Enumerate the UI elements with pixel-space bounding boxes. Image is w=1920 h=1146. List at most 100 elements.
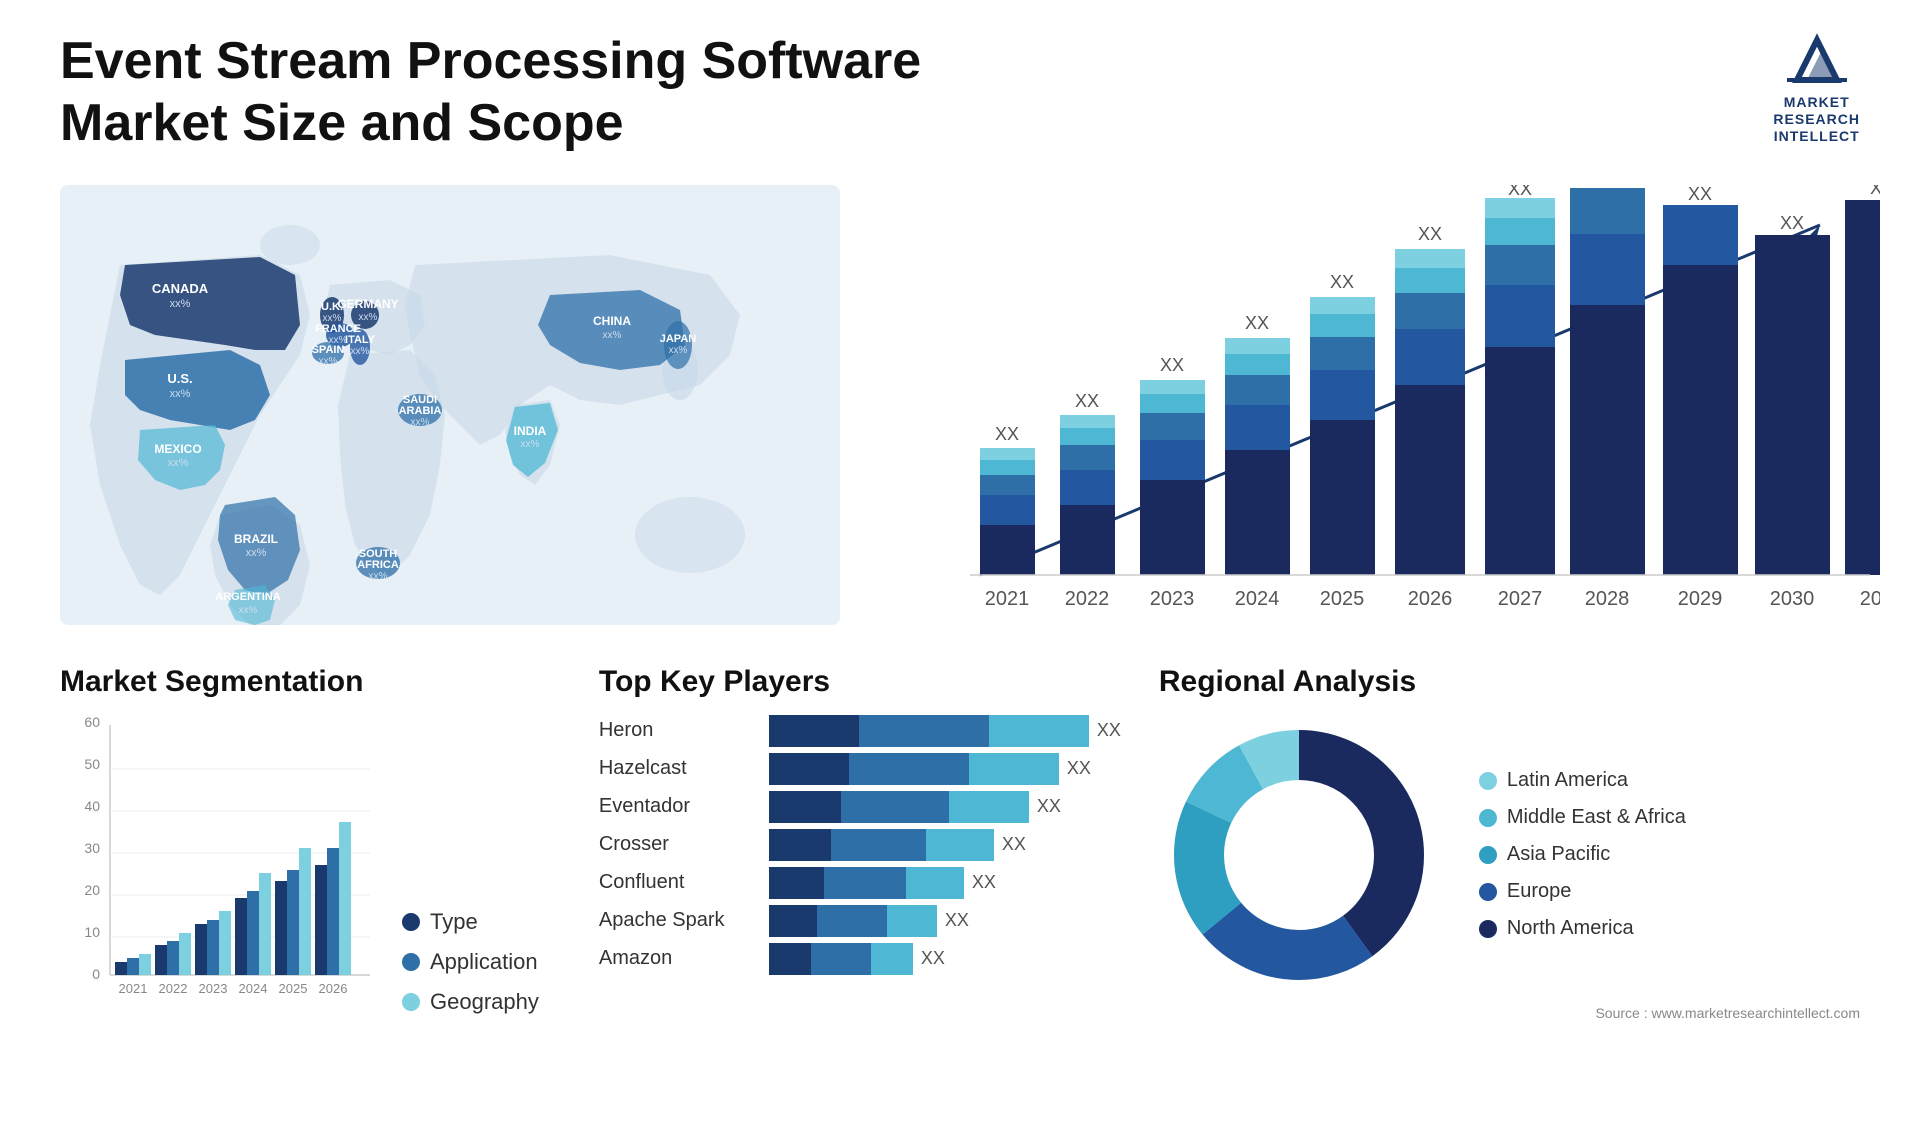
player-bar-amazon: XX xyxy=(769,943,945,975)
svg-text:2023: 2023 xyxy=(199,981,228,996)
svg-text:CHINA: CHINA xyxy=(593,314,631,328)
player-row-hazelcast: Hazelcast XX xyxy=(599,753,1129,785)
svg-text:xx%: xx% xyxy=(603,330,622,341)
reg-middle-east: Middle East & Africa xyxy=(1479,806,1686,829)
svg-text:ARGENTINA: ARGENTINA xyxy=(215,591,280,603)
bar-amazon xyxy=(769,943,913,975)
bar-eventador xyxy=(769,791,1029,823)
page-title: Event Stream Processing Software Market … xyxy=(60,30,960,155)
north-america-dot xyxy=(1479,920,1497,938)
bar-mid xyxy=(859,715,989,747)
svg-text:2028: 2028 xyxy=(1585,588,1630,610)
regional-legend: Latin America Middle East & Africa Asia … xyxy=(1479,769,1686,940)
svg-text:xx%: xx% xyxy=(521,439,540,450)
player-value-spark: XX xyxy=(945,910,969,931)
player-value-amazon: XX xyxy=(921,948,945,969)
segmentation-title: Market Segmentation xyxy=(60,665,539,699)
reg-latin-america: Latin America xyxy=(1479,769,1686,792)
europe-label: Europe xyxy=(1507,880,1572,903)
svg-text:ITALY: ITALY xyxy=(345,334,376,346)
bar-dark xyxy=(769,715,859,747)
player-name-confluent: Confluent xyxy=(599,871,759,894)
player-value-confluent: XX xyxy=(972,872,996,893)
player-bar-spark: XX xyxy=(769,905,969,937)
svg-text:XX: XX xyxy=(1688,185,1712,204)
reg-europe: Europe xyxy=(1479,880,1686,903)
svg-text:XX: XX xyxy=(995,424,1019,444)
asia-pacific-label: Asia Pacific xyxy=(1507,843,1610,866)
geo-label: Geography xyxy=(430,989,539,1015)
svg-text:XX: XX xyxy=(1780,213,1804,233)
middle-east-label: Middle East & Africa xyxy=(1507,806,1686,829)
svg-text:10: 10 xyxy=(84,924,100,940)
player-row-crosser: Crosser XX xyxy=(599,829,1129,861)
player-bar-confluent: XX xyxy=(769,867,996,899)
logo-container: MARKETRESEARCHINTELLECT xyxy=(1773,30,1860,144)
svg-text:xx%: xx% xyxy=(319,356,338,367)
player-name-heron: Heron xyxy=(599,719,759,742)
svg-text:XX: XX xyxy=(1245,313,1269,333)
svg-text:2024: 2024 xyxy=(1235,588,1280,610)
legend-application: Application xyxy=(402,949,539,975)
player-row-heron: Heron XX xyxy=(599,715,1129,747)
player-value-crosser: XX xyxy=(1002,834,1026,855)
svg-text:XX: XX xyxy=(1330,272,1354,292)
geo-dot xyxy=(402,993,420,1011)
player-row-confluent: Confluent XX xyxy=(599,867,1129,899)
svg-text:xx%: xx% xyxy=(411,417,430,428)
svg-text:AFRICA: AFRICA xyxy=(357,559,399,571)
svg-text:XX: XX xyxy=(1160,355,1184,375)
regional-chart: Latin America Middle East & Africa Asia … xyxy=(1159,715,1860,995)
legend-geography: Geography xyxy=(402,989,539,1015)
source-text: Source : www.marketresearchintellect.com xyxy=(1159,1005,1860,1021)
svg-text:xx%: xx% xyxy=(351,346,370,357)
segmentation-container: Market Segmentation 0 10 20 30 40 50 60 xyxy=(60,665,539,1015)
svg-text:XX: XX xyxy=(1870,185,1880,198)
player-value-hazelcast: XX xyxy=(1067,758,1091,779)
svg-text:30: 30 xyxy=(84,840,100,856)
asia-pacific-dot xyxy=(1479,846,1497,864)
player-name-eventador: Eventador xyxy=(599,795,759,818)
app-label: Application xyxy=(430,949,538,975)
bar-light xyxy=(989,715,1089,747)
svg-text:CANADA: CANADA xyxy=(152,281,209,296)
seg-chart-area: 0 10 20 30 40 50 60 xyxy=(60,715,539,1015)
svg-text:0: 0 xyxy=(92,966,100,982)
bar-spark xyxy=(769,905,937,937)
players-container: Top Key Players Heron XX Hazelcast xyxy=(569,665,1129,975)
regional-title: Regional Analysis xyxy=(1159,665,1860,699)
svg-text:2021: 2021 xyxy=(985,588,1030,610)
player-value-heron: XX xyxy=(1097,720,1121,741)
svg-text:2027: 2027 xyxy=(1498,588,1543,610)
top-section: CANADA xx% U.S. xx% MEXICO xx% BRAZIL xx… xyxy=(60,185,1860,625)
svg-text:JAPAN: JAPAN xyxy=(660,333,697,345)
map-container: CANADA xx% U.S. xx% MEXICO xx% BRAZIL xx… xyxy=(60,185,840,625)
player-bar-heron: XX xyxy=(769,715,1121,747)
svg-text:2024: 2024 xyxy=(239,981,268,996)
svg-text:40: 40 xyxy=(84,798,100,814)
reg-asia-pacific: Asia Pacific xyxy=(1479,843,1686,866)
latin-america-dot xyxy=(1479,772,1497,790)
svg-text:XX: XX xyxy=(1595,185,1619,189)
svg-text:xx%: xx% xyxy=(170,388,191,400)
segmentation-chart-svg: 0 10 20 30 40 50 60 xyxy=(60,715,380,1015)
type-label: Type xyxy=(430,909,478,935)
player-row-spark: Apache Spark XX xyxy=(599,905,1129,937)
svg-text:20: 20 xyxy=(84,882,100,898)
svg-text:XX: XX xyxy=(1508,185,1532,199)
logo-icon xyxy=(1787,30,1847,90)
svg-text:50: 50 xyxy=(84,756,100,772)
svg-text:XX: XX xyxy=(1418,224,1442,244)
north-america-label: North America xyxy=(1507,917,1634,940)
latin-america-label: Latin America xyxy=(1507,769,1628,792)
player-row-amazon: Amazon XX xyxy=(599,943,1129,975)
svg-text:2026: 2026 xyxy=(1408,588,1453,610)
bar-hazelcast xyxy=(769,753,1059,785)
bar-crosser xyxy=(769,829,994,861)
player-name-crosser: Crosser xyxy=(599,833,759,856)
svg-text:2026: 2026 xyxy=(319,981,348,996)
middle-east-dot xyxy=(1479,809,1497,827)
svg-text:2030: 2030 xyxy=(1770,588,1815,610)
player-name-amazon: Amazon xyxy=(599,947,759,970)
svg-text:xx%: xx% xyxy=(669,345,688,356)
